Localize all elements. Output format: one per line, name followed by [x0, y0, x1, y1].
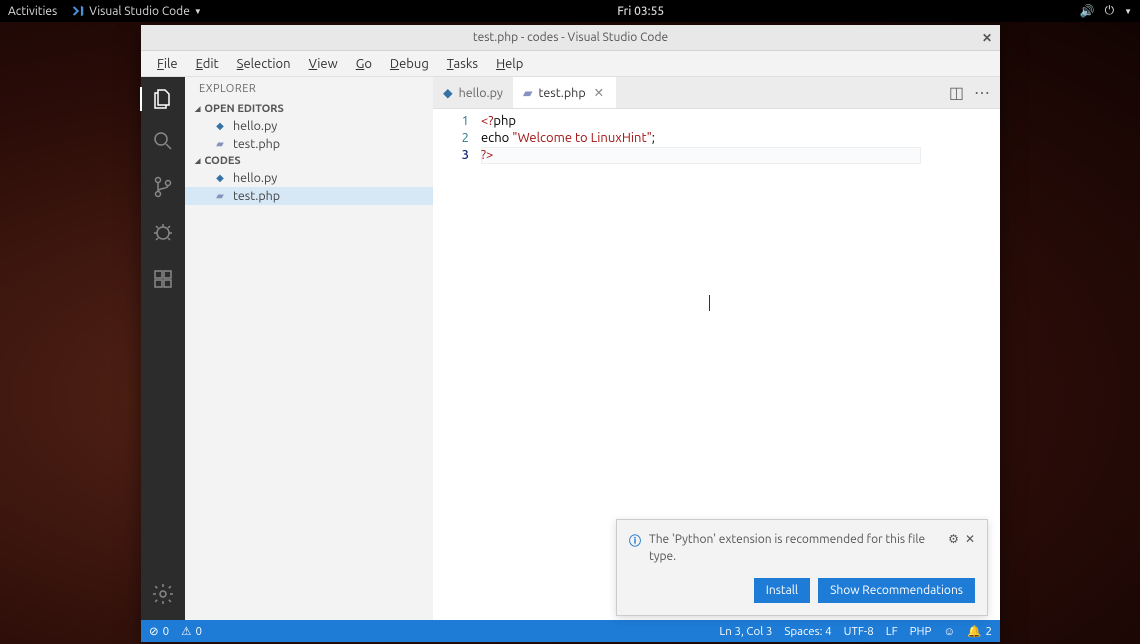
- status-language[interactable]: PHP: [910, 625, 932, 638]
- line-number-gutter: 123: [433, 109, 481, 620]
- activity-settings[interactable]: [151, 582, 175, 610]
- notification-gear-icon[interactable]: ⚙: [948, 532, 959, 546]
- php-file-icon: ▰: [213, 137, 227, 151]
- info-icon: ⓘ: [629, 532, 641, 549]
- php-file-icon: ▰: [213, 189, 227, 203]
- editor-area: ◆ hello.py ▰ test.php ✕ ◫ ⋯ 123 <?phpech…: [433, 77, 1000, 620]
- git-branch-icon: [151, 175, 175, 199]
- activity-extensions[interactable]: [151, 267, 175, 295]
- php-file-icon: ▰: [523, 85, 533, 100]
- status-warnings[interactable]: ⚠ 0: [181, 624, 202, 638]
- activity-search[interactable]: [151, 129, 175, 157]
- vscode-app-icon: [71, 4, 85, 18]
- menu-selection[interactable]: Selection: [229, 55, 299, 73]
- show-recommendations-button[interactable]: Show Recommendations: [818, 578, 975, 603]
- notification-close-icon[interactable]: ✕: [965, 532, 975, 546]
- files-icon: [151, 87, 175, 111]
- editor-tabs: ◆ hello.py ▰ test.php ✕ ◫ ⋯: [433, 77, 1000, 109]
- extensions-icon: [151, 267, 175, 291]
- notification-toast: ⓘ The 'Python' extension is recommended …: [616, 519, 988, 616]
- search-icon: [151, 129, 175, 153]
- dropdown-triangle-icon: ▼: [194, 7, 202, 16]
- volume-icon[interactable]: 🔊: [1080, 4, 1095, 18]
- explorer-title: EXPLORER: [185, 77, 433, 101]
- python-file-icon: ◆: [443, 85, 453, 100]
- menu-edit[interactable]: Edit: [188, 55, 227, 73]
- text-cursor: [709, 295, 710, 311]
- file-item-selected[interactable]: ▰ test.php: [185, 187, 433, 205]
- explorer-sidebar: EXPLORER OPEN EDITORS ◆ hello.py ▰ test.…: [185, 77, 433, 620]
- status-errors[interactable]: ⊘ 0: [149, 624, 169, 638]
- vscode-window: test.php - codes - Visual Studio Code ✕ …: [141, 25, 1000, 642]
- menu-go[interactable]: Go: [348, 55, 380, 73]
- status-eol[interactable]: LF: [886, 625, 898, 638]
- clock[interactable]: Fri 03:55: [202, 5, 1080, 18]
- file-item[interactable]: ◆ hello.py: [185, 169, 433, 187]
- python-file-icon: ◆: [213, 171, 227, 185]
- status-encoding[interactable]: UTF-8: [844, 625, 874, 638]
- status-spaces[interactable]: Spaces: 4: [784, 625, 831, 638]
- gear-icon: [151, 582, 175, 606]
- open-editors-section[interactable]: OPEN EDITORS: [185, 101, 433, 117]
- window-title: test.php - codes - Visual Studio Code: [473, 31, 668, 44]
- notification-message: The 'Python' extension is recommended fo…: [649, 532, 940, 566]
- python-file-icon: ◆: [213, 119, 227, 133]
- folder-section[interactable]: CODES: [185, 153, 433, 169]
- system-menu-dropdown-icon[interactable]: ▼: [1124, 7, 1132, 16]
- split-editor-icon[interactable]: ◫: [949, 83, 964, 102]
- tab-hello-py[interactable]: ◆ hello.py: [433, 77, 513, 108]
- active-app-indicator[interactable]: Visual Studio Code ▼: [71, 4, 202, 18]
- install-button[interactable]: Install: [754, 578, 810, 603]
- window-titlebar[interactable]: test.php - codes - Visual Studio Code ✕: [141, 25, 1000, 51]
- activity-explorer[interactable]: [140, 87, 184, 111]
- bug-icon: [151, 221, 175, 245]
- more-actions-icon[interactable]: ⋯: [974, 83, 990, 102]
- tab-test-php[interactable]: ▰ test.php ✕: [513, 77, 616, 108]
- menu-bar: File Edit Selection View Go Debug Tasks …: [141, 51, 1000, 77]
- status-lncol[interactable]: Ln 3, Col 3: [719, 625, 772, 638]
- status-notifications[interactable]: 🔔 2: [967, 624, 992, 638]
- error-icon: ⊘: [149, 624, 159, 638]
- status-bar: ⊘ 0 ⚠ 0 Ln 3, Col 3 Spaces: 4 UTF-8 LF P…: [141, 620, 1000, 642]
- warning-icon: ⚠: [181, 624, 191, 638]
- open-editor-item[interactable]: ◆ hello.py: [185, 117, 433, 135]
- menu-tasks[interactable]: Tasks: [439, 55, 486, 73]
- status-feedback-icon[interactable]: ☺: [943, 625, 955, 638]
- bell-icon: 🔔: [967, 624, 981, 638]
- menu-debug[interactable]: Debug: [382, 55, 437, 73]
- activity-bar: [141, 77, 185, 620]
- power-icon[interactable]: ⏻: [1105, 4, 1115, 18]
- activity-debug[interactable]: [151, 221, 175, 249]
- window-close-button[interactable]: ✕: [982, 31, 992, 45]
- activities-button[interactable]: Activities: [8, 5, 57, 18]
- menu-view[interactable]: View: [301, 55, 346, 73]
- close-tab-icon[interactable]: ✕: [592, 85, 606, 100]
- gnome-top-bar: Activities Visual Studio Code ▼ Fri 03:5…: [0, 0, 1140, 22]
- menu-help[interactable]: Help: [488, 55, 531, 73]
- menu-file[interactable]: File: [149, 55, 186, 73]
- open-editor-item[interactable]: ▰ test.php: [185, 135, 433, 153]
- activity-scm[interactable]: [151, 175, 175, 203]
